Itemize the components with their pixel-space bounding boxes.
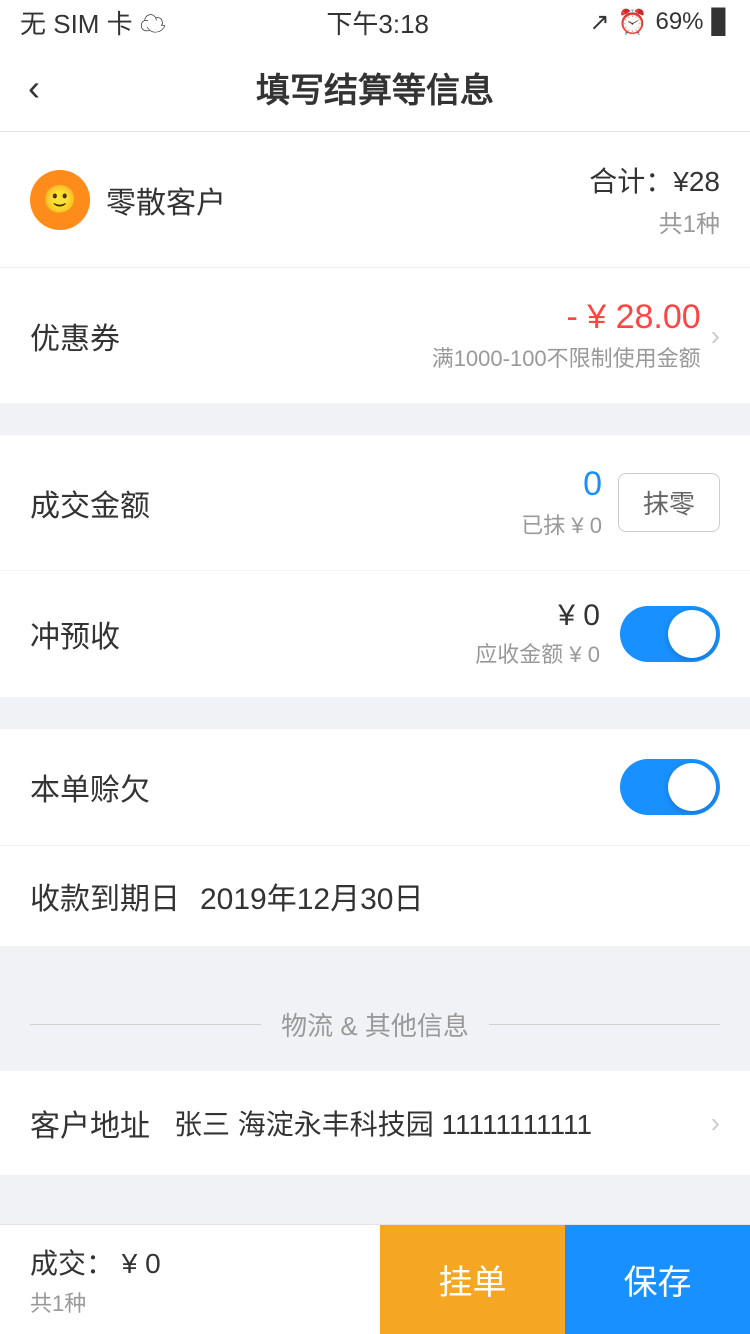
alarm-icon: ⏰ bbox=[618, 8, 648, 37]
prepay-right: ¥ 0 应收金额 ¥ 0 bbox=[475, 599, 720, 669]
due-date-row: 收款到期日 2019年12月30日 bbox=[0, 845, 750, 946]
status-bar: 无 SIM 卡 ☁ 下午3:18 ↗ ⏰ 69% ▊ bbox=[0, 0, 750, 44]
page-title: 填写结算等信息 bbox=[256, 63, 494, 112]
deal-amount-label: 成交金额 bbox=[30, 481, 150, 525]
avatar-icon: 🙂 bbox=[43, 183, 78, 216]
sim-label: 无 SIM 卡 ☁ bbox=[20, 4, 166, 41]
battery-label: 69% bbox=[655, 8, 703, 36]
location-icon: ↗ bbox=[589, 8, 609, 37]
status-left: 无 SIM 卡 ☁ bbox=[20, 4, 166, 41]
address-value: 张三 海淀永丰科技园 11111111111 bbox=[174, 1103, 711, 1143]
nav-bar: ‹ 填写结算等信息 bbox=[0, 44, 750, 132]
coupon-description: 满1000-100不限制使用金额 bbox=[432, 341, 701, 373]
logistics-divider: 物流 & 其他信息 bbox=[0, 978, 750, 1071]
chevron-right-icon: › bbox=[711, 320, 720, 352]
amount-input-block: 0 已抹 ¥ 0 bbox=[521, 465, 602, 540]
customer-summary: 合计：¥28 共1种 bbox=[589, 160, 720, 239]
section-divider-3 bbox=[0, 962, 750, 978]
coupon-value-block: - ¥ 28.00 满1000-100不限制使用金额 bbox=[432, 298, 701, 373]
customer-count: 共1种 bbox=[589, 204, 720, 239]
bottom-deal-label: 成交： ¥ 0 bbox=[30, 1242, 350, 1282]
coupon-right: - ¥ 28.00 满1000-100不限制使用金额 › bbox=[432, 298, 720, 373]
coupon-label: 优惠券 bbox=[30, 314, 120, 358]
address-card: 客户地址 张三 海淀永丰科技园 11111111111 › bbox=[0, 1071, 750, 1175]
deal-amount-value[interactable]: 0 bbox=[521, 465, 602, 504]
status-time: 下午3:18 bbox=[326, 4, 429, 41]
back-button[interactable]: ‹ bbox=[28, 67, 40, 109]
section-divider-1 bbox=[0, 419, 750, 435]
debt-label: 本单赊欠 bbox=[30, 765, 150, 809]
deal-amount-card: 成交金额 0 已抹 ¥ 0 抹零 冲预收 ¥ 0 应收金额 ¥ 0 bbox=[0, 435, 750, 697]
toggle-knob bbox=[668, 610, 716, 658]
pending-button[interactable]: 挂单 bbox=[380, 1225, 565, 1334]
debt-row: 本单赊欠 bbox=[0, 729, 750, 845]
avatar: 🙂 bbox=[30, 170, 90, 230]
bottom-bar: 成交： ¥ 0 共1种 挂单 保存 bbox=[0, 1224, 750, 1334]
deal-amount-row: 成交金额 0 已抹 ¥ 0 抹零 bbox=[0, 435, 750, 571]
address-label: 客户地址 bbox=[30, 1101, 150, 1145]
section-divider-2 bbox=[0, 713, 750, 729]
debt-toggle-knob bbox=[668, 763, 716, 811]
status-right: ↗ ⏰ 69% ▊ bbox=[589, 8, 730, 37]
coupon-discount: - ¥ 28.00 bbox=[432, 298, 701, 337]
deal-amount-right: 0 已抹 ¥ 0 抹零 bbox=[521, 465, 720, 540]
customer-name: 零散客户 bbox=[106, 178, 226, 222]
prepay-sub-amount: 应收金额 ¥ 0 bbox=[475, 637, 600, 669]
bottom-summary: 成交： ¥ 0 共1种 bbox=[0, 1242, 380, 1318]
coupon-row[interactable]: 优惠券 - ¥ 28.00 满1000-100不限制使用金额 › bbox=[0, 267, 750, 403]
prepay-amounts: ¥ 0 应收金额 ¥ 0 bbox=[475, 599, 600, 669]
prepay-row: 冲预收 ¥ 0 应收金额 ¥ 0 bbox=[0, 571, 750, 697]
save-button[interactable]: 保存 bbox=[565, 1225, 750, 1334]
divider-line-right bbox=[489, 1024, 720, 1025]
prepay-main-amount: ¥ 0 bbox=[475, 599, 600, 633]
battery-icon: ▊ bbox=[712, 8, 730, 37]
due-date-value[interactable]: 2019年12月30日 bbox=[200, 874, 423, 918]
logistics-label: 物流 & 其他信息 bbox=[281, 1006, 469, 1043]
deal-amount-sub: 已抹 ¥ 0 bbox=[521, 508, 602, 540]
divider-line-left bbox=[30, 1024, 261, 1025]
content-area: 🙂 零散客户 合计：¥28 共1种 优惠券 - ¥ 28.00 满1000-10… bbox=[0, 132, 750, 1311]
prepay-label: 冲预收 bbox=[30, 612, 120, 656]
round-zero-button[interactable]: 抹零 bbox=[618, 473, 720, 532]
address-chevron-icon: › bbox=[711, 1107, 720, 1139]
customer-card: 🙂 零散客户 合计：¥28 共1种 优惠券 - ¥ 28.00 满1000-10… bbox=[0, 132, 750, 403]
prepay-toggle[interactable] bbox=[620, 606, 720, 662]
customer-left: 🙂 零散客户 bbox=[30, 170, 226, 230]
customer-row: 🙂 零散客户 合计：¥28 共1种 bbox=[0, 132, 750, 267]
address-row[interactable]: 客户地址 张三 海淀永丰科技园 11111111111 › bbox=[0, 1071, 750, 1175]
due-date-label: 收款到期日 bbox=[30, 874, 180, 918]
bottom-deal-count: 共1种 bbox=[30, 1286, 350, 1318]
customer-total: 合计：¥28 bbox=[589, 160, 720, 200]
debt-toggle[interactable] bbox=[620, 759, 720, 815]
debt-card: 本单赊欠 收款到期日 2019年12月30日 bbox=[0, 729, 750, 946]
